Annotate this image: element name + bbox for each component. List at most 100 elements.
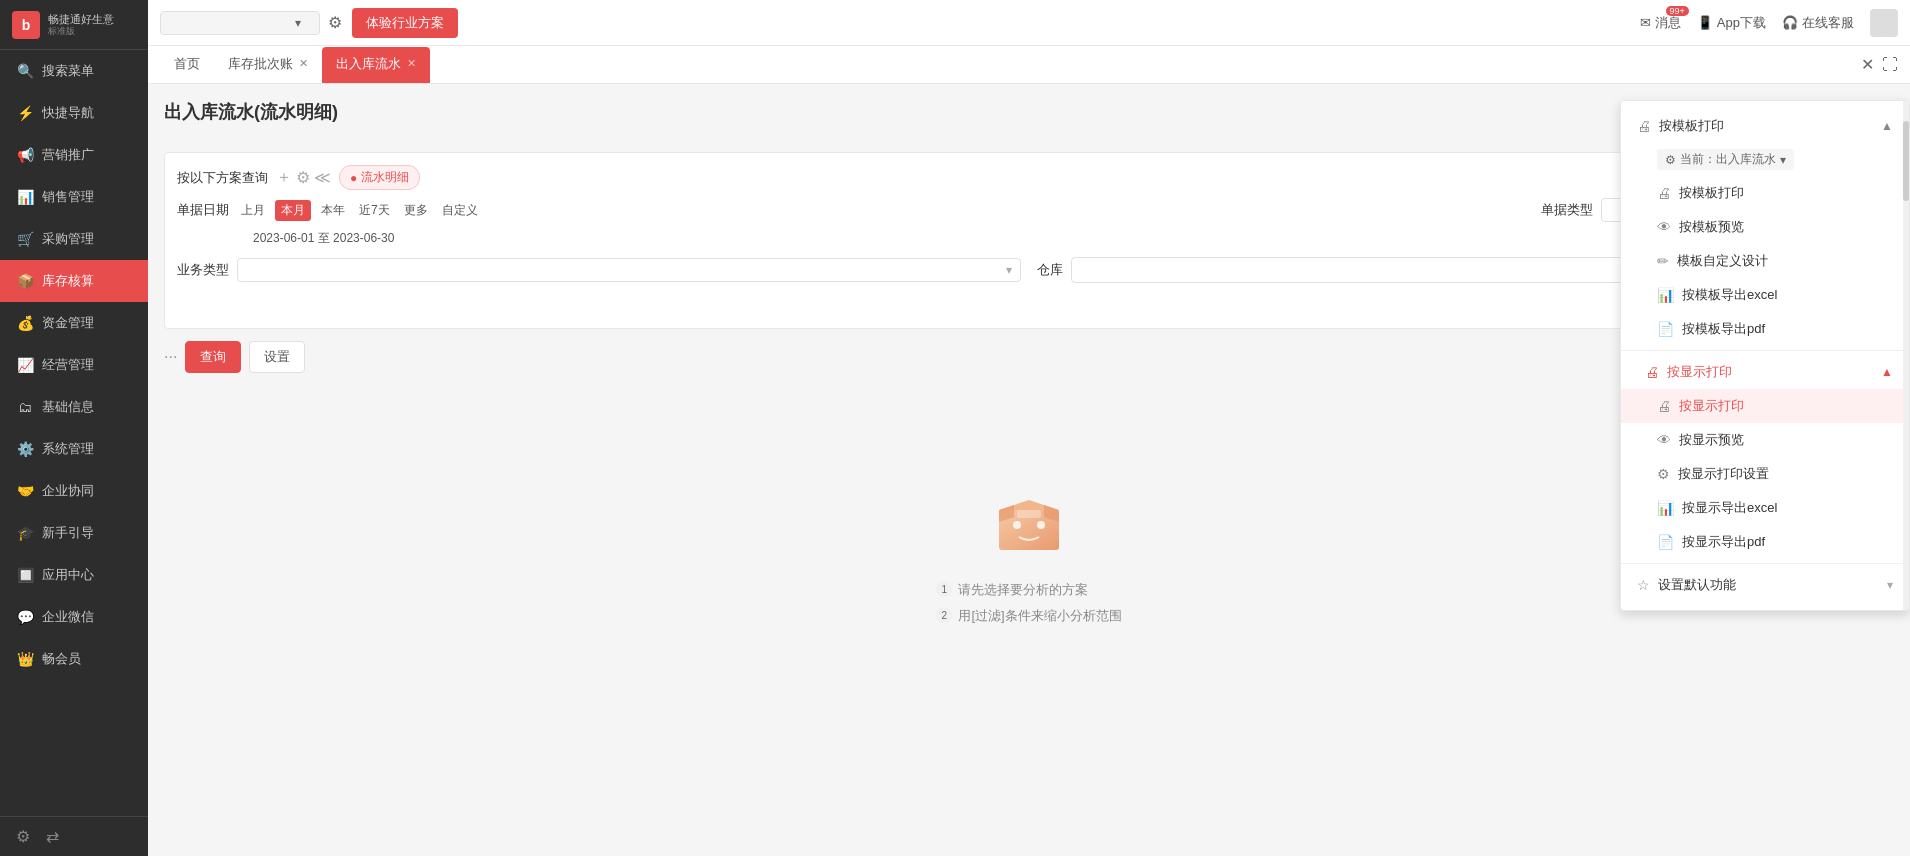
template-excel-item[interactable]: 📊 按模板导出excel: [1621, 278, 1909, 312]
sidebar-label-purchase: 采购管理: [42, 230, 94, 248]
display-excel-item[interactable]: 📊 按显示导出excel: [1621, 491, 1909, 525]
industry-btn[interactable]: 体验行业方案: [352, 8, 458, 38]
sidebar-item-guide[interactable]: 🎓 新手引导: [0, 512, 148, 554]
print-dropdown-panel: 🖨 按模板打印 ▲ ⚙ 当前：出入库流水 ▾ 🖨 按模板打印 👁 按模板预览 ✏…: [1620, 100, 1910, 611]
settings-icon[interactable]: ⚙: [16, 827, 30, 846]
app-download-item[interactable]: 📱 App下载: [1697, 14, 1766, 32]
template-excel-icon: 📊: [1657, 287, 1674, 303]
search-dropdown-icon[interactable]: ▾: [295, 16, 301, 30]
sidebar-item-finance[interactable]: 💰 资金管理: [0, 302, 148, 344]
display-settings-item[interactable]: ⚙ 按显示打印设置: [1621, 457, 1909, 491]
sidebar-item-search[interactable]: 🔍 搜索菜单: [0, 50, 148, 92]
sidebar: b 畅捷通好生意 标准版 🔍 搜索菜单 ⚡ 快捷导航 📢 营销推广 📊 销售管理…: [0, 0, 148, 856]
current-label-icon: ⚙: [1665, 153, 1676, 167]
date-option-本月[interactable]: 本月: [275, 200, 311, 221]
display-excel-icon: 📊: [1657, 500, 1674, 516]
tab-inventory-batch[interactable]: 库存批次账 ✕: [214, 47, 322, 83]
settings-button[interactable]: 设置: [249, 341, 305, 373]
query-button[interactable]: 查询: [185, 341, 241, 373]
business-type-select[interactable]: ▾: [237, 258, 1021, 282]
settings-filter-icon[interactable]: ⚙: [296, 168, 310, 187]
sidebar-item-member[interactable]: 👑 畅会员: [0, 638, 148, 680]
toolbar-action-icons: ＋ ⚙ ≪: [276, 167, 331, 188]
add-filter-icon[interactable]: ＋: [276, 167, 292, 188]
sidebar-item-basics[interactable]: 🗂 基础信息: [0, 386, 148, 428]
tab-close-batch[interactable]: ✕: [299, 57, 308, 70]
sidebar-item-system[interactable]: ⚙️ 系统管理: [0, 428, 148, 470]
display-settings-icon: ⚙: [1657, 466, 1670, 482]
sidebar-bottom: ⚙ ⇄: [0, 816, 148, 856]
sidebar-item-purchase[interactable]: 🛒 采购管理: [0, 218, 148, 260]
sidebar-item-collab[interactable]: 🤝 企业协同: [0, 470, 148, 512]
display-print-chevron: ▲: [1881, 365, 1893, 379]
date-option-上月[interactable]: 上月: [237, 200, 269, 221]
dp-divider-1: [1621, 350, 1909, 351]
sidebar-nav: 🔍 搜索菜单 ⚡ 快捷导航 📢 营销推广 📊 销售管理 🛒 采购管理 📦 库存核…: [0, 50, 148, 816]
tab-expand-icon[interactable]: ⛶: [1882, 56, 1898, 74]
online-service-item[interactable]: 🎧 在线客服: [1782, 14, 1854, 32]
sidebar-icon-guide: 🎓: [16, 524, 34, 542]
template-design-item[interactable]: ✏ 模板自定义设计: [1621, 244, 1909, 278]
template-preview-item[interactable]: 👁 按模板预览: [1621, 210, 1909, 244]
set-default-item[interactable]: ☆ 设置默认功能 ▾: [1621, 568, 1909, 602]
flow-detail-tag[interactable]: ● 流水明细: [339, 165, 420, 190]
sidebar-icon-wechat: 💬: [16, 608, 34, 626]
template-print-chevron: ▲: [1881, 119, 1893, 133]
sidebar-item-inventory[interactable]: 📦 库存核算: [0, 260, 148, 302]
sidebar-item-appcenter[interactable]: 🔲 应用中心: [0, 554, 148, 596]
template-print-header-icon: 🖨: [1637, 118, 1651, 134]
topbar-search-box[interactable]: ▾: [160, 11, 320, 35]
message-icon: ✉: [1640, 15, 1651, 30]
tab-home[interactable]: 首页: [160, 47, 214, 83]
display-preview-item[interactable]: 👁 按显示预览: [1621, 423, 1909, 457]
empty-tips: 1 请先选择要分析的方案 2 用[过滤]条件来缩小分析范围: [936, 581, 1121, 633]
display-pdf-item[interactable]: 📄 按显示导出pdf: [1621, 525, 1909, 559]
sidebar-label-operations: 经营管理: [42, 356, 94, 374]
sidebar-item-quick-nav[interactable]: ⚡ 快捷导航: [0, 92, 148, 134]
tab-bar: 首页 库存批次账 ✕ 出入库流水 ✕ ✕ ⛶: [148, 46, 1910, 84]
tab-close-all-icon[interactable]: ✕: [1861, 55, 1874, 74]
avatar[interactable]: [1870, 9, 1898, 37]
sidebar-label-marketing: 营销推广: [42, 146, 94, 164]
topbar: ▾ ⚙ 体验行业方案 ✉ 消息 99+ 📱 App下载 🎧 在线客服: [148, 0, 1910, 46]
template-preview-icon: 👁: [1657, 219, 1671, 235]
sidebar-item-sales[interactable]: 📊 销售管理: [0, 176, 148, 218]
sidebar-logo: b 畅捷通好生意 标准版: [0, 0, 148, 50]
display-print-item[interactable]: 🖨 按显示打印: [1621, 389, 1909, 423]
sidebar-icon-search: 🔍: [16, 62, 34, 80]
dropdown-scrollbar[interactable]: [1903, 101, 1909, 610]
empty-state-image: [979, 465, 1079, 565]
dropdown-scrollbar-thumb: [1903, 121, 1909, 201]
sidebar-item-marketing[interactable]: 📢 营销推广: [0, 134, 148, 176]
sidebar-label-member: 畅会员: [42, 650, 81, 668]
template-print-item[interactable]: 🖨 按模板打印: [1621, 176, 1909, 210]
topbar-gear-icon[interactable]: ⚙: [328, 13, 342, 32]
expand-collapse-icon[interactable]: ⇄: [46, 827, 59, 846]
message-item[interactable]: ✉ 消息 99+: [1640, 14, 1681, 32]
date-option-更多[interactable]: 更多: [400, 200, 432, 221]
template-pdf-item[interactable]: 📄 按模板导出pdf: [1621, 312, 1909, 346]
sidebar-icon-appcenter: 🔲: [16, 566, 34, 584]
current-label-chevron: ▾: [1780, 153, 1786, 167]
date-option-自定义[interactable]: 自定义: [438, 200, 482, 221]
empty-tip-2: 2 用[过滤]条件来缩小分析范围: [936, 607, 1121, 625]
template-print-header[interactable]: 🖨 按模板打印 ▲: [1621, 109, 1909, 143]
sidebar-label-appcenter: 应用中心: [42, 566, 94, 584]
display-print-header-icon: 🖨: [1645, 364, 1659, 380]
template-design-icon: ✏: [1657, 253, 1669, 269]
set-default-chevron: ▾: [1887, 578, 1893, 592]
collapse-filter-icon[interactable]: ≪: [314, 168, 331, 187]
search-input[interactable]: [169, 16, 289, 30]
date-option-近7天[interactable]: 近7天: [355, 200, 394, 221]
display-print-header[interactable]: 🖨 按显示打印 ▲: [1621, 355, 1909, 389]
flow-tag-icon: ●: [350, 171, 357, 185]
sidebar-item-wechat[interactable]: 💬 企业微信: [0, 596, 148, 638]
date-option-本年[interactable]: 本年: [317, 200, 349, 221]
sidebar-item-operations[interactable]: 📈 经营管理: [0, 344, 148, 386]
logo-icon: b: [12, 11, 40, 39]
tab-inventory-flow[interactable]: 出入库流水 ✕: [322, 47, 430, 83]
more-actions-icon[interactable]: ···: [164, 348, 177, 366]
sidebar-label-search: 搜索菜单: [42, 62, 94, 80]
date-filter-group: 单据日期 上月本月本年近7天更多自定义: [177, 200, 482, 221]
tab-close-flow[interactable]: ✕: [407, 57, 416, 70]
